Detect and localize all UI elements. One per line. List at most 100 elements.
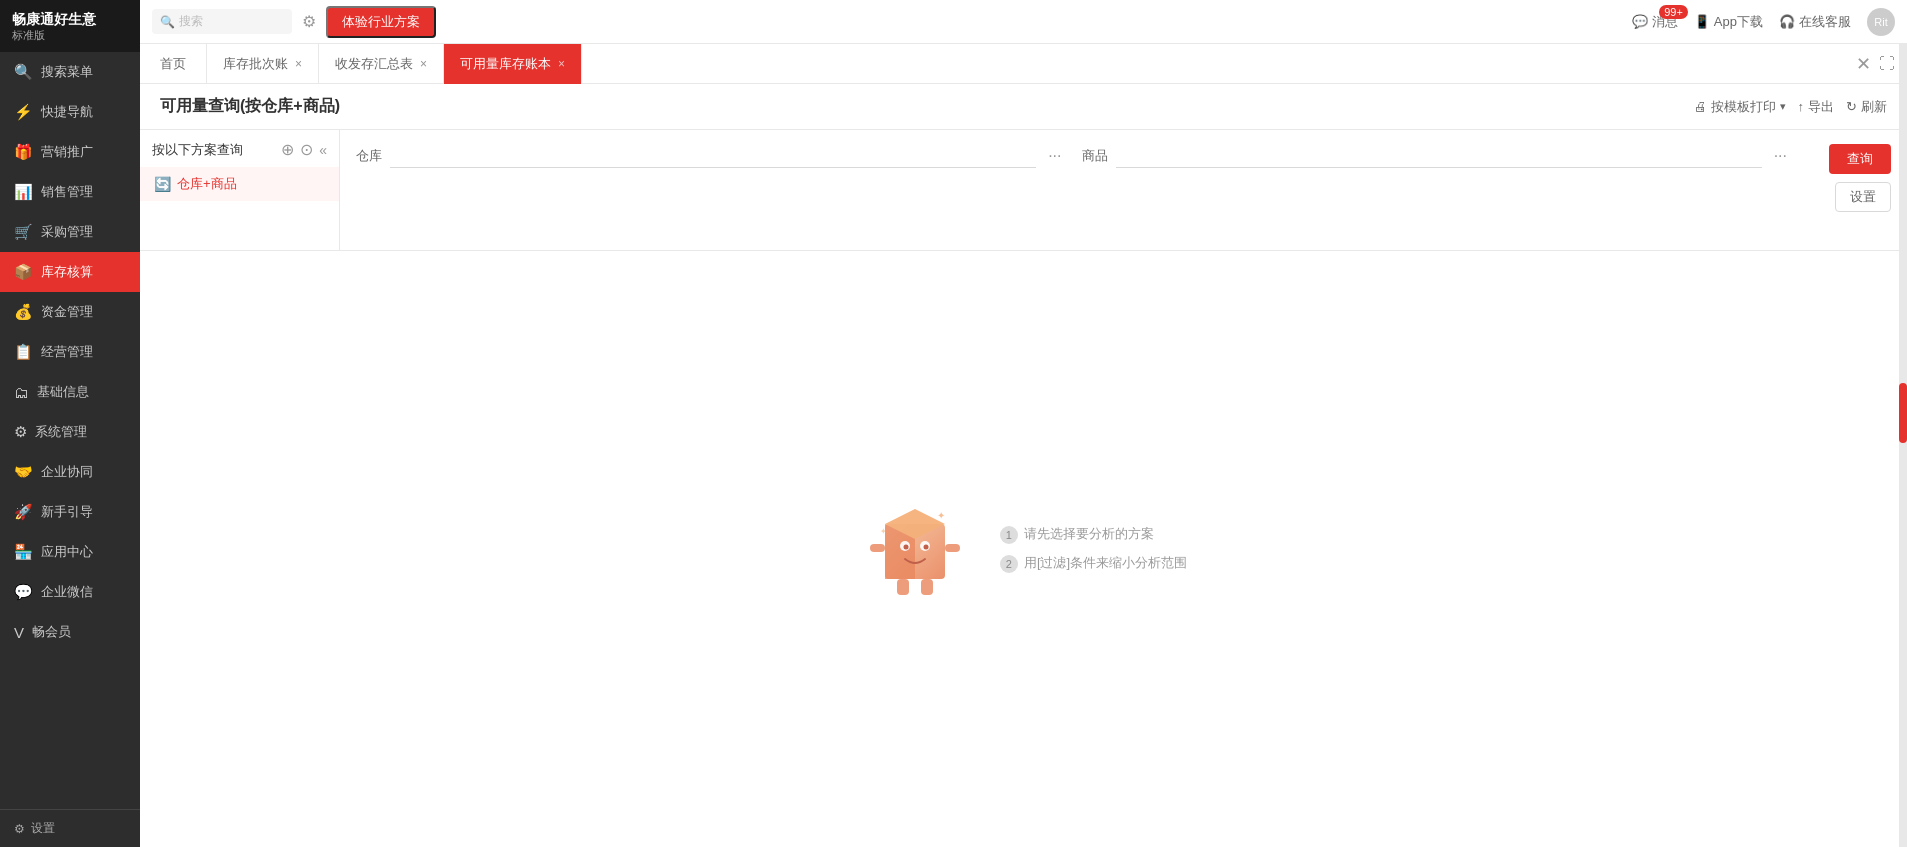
sidebar-item-finance[interactable]: 💰资金管理 bbox=[0, 292, 140, 332]
empty-illustration: ✦ ✦ bbox=[860, 494, 970, 604]
print-button[interactable]: 🖨 按模板打印 ▾ bbox=[1694, 98, 1786, 116]
export-icon: ↑ bbox=[1798, 99, 1805, 114]
filter-input-goods[interactable] bbox=[1116, 144, 1762, 168]
sidebar-label-shortcut: 快捷导航 bbox=[41, 103, 93, 121]
online-service-button[interactable]: 🎧 在线客服 bbox=[1779, 13, 1851, 31]
sidebar-bottom[interactable]: ⚙ 设置 bbox=[0, 809, 140, 847]
scheme-panel-label: 按以下方案查询 bbox=[152, 141, 243, 159]
filter-area: 仓库 ··· 商品 ··· 查询 设置 bbox=[340, 130, 1907, 250]
tab-summary-close[interactable]: × bbox=[420, 57, 427, 71]
add-scheme-icon[interactable]: ⊕ bbox=[281, 140, 294, 159]
sidebar-item-search[interactable]: 🔍搜索菜单 bbox=[0, 52, 140, 92]
trial-button[interactable]: 体验行业方案 bbox=[326, 6, 436, 38]
service-icon: 🎧 bbox=[1779, 14, 1795, 29]
tab-home[interactable]: 首页 bbox=[140, 44, 207, 84]
svg-point-5 bbox=[903, 545, 908, 550]
topbar: 🔍 搜索 ⚙ 体验行业方案 💬 消息 99+ 📱 App下载 🎧 在线客服 Ri… bbox=[140, 0, 1907, 44]
online-service-label: 在线客服 bbox=[1799, 13, 1851, 31]
tab-home-label: 首页 bbox=[160, 55, 186, 73]
scheme-panel: 按以下方案查询 ⊕ ⊙ « 🔄 仓库+商品 bbox=[140, 130, 340, 250]
settings-button[interactable]: 设置 bbox=[1835, 182, 1891, 212]
sidebar-label-newbie: 新手引导 bbox=[41, 503, 93, 521]
sidebar-item-wechat[interactable]: 💬 企业微信 bbox=[0, 572, 140, 612]
sidebar-icon-member: V bbox=[14, 624, 24, 641]
sidebar-label-appstore: 应用中心 bbox=[41, 543, 93, 561]
refresh-icon: ↻ bbox=[1846, 99, 1857, 114]
sidebar-item-inventory[interactable]: 📦库存核算 bbox=[0, 252, 140, 292]
empty-tip-2-text: 用[过滤]条件来缩小分析范围 bbox=[1024, 554, 1187, 572]
sidebar-item-newbie[interactable]: 🚀 新手引导 bbox=[0, 492, 140, 532]
sidebar-icon-sales: 📊 bbox=[14, 183, 33, 201]
tab-summary[interactable]: 收发存汇总表 × bbox=[319, 44, 444, 84]
tab-available[interactable]: 可用量库存账本 × bbox=[444, 44, 582, 84]
export-button[interactable]: ↑ 导出 bbox=[1798, 98, 1835, 116]
sidebar-item-purchase[interactable]: 🛒采购管理 bbox=[0, 212, 140, 252]
sidebar-label-finance: 资金管理 bbox=[41, 303, 93, 321]
svg-rect-9 bbox=[897, 579, 909, 595]
tabbar-close-all-button[interactable]: ✕ bbox=[1856, 53, 1871, 75]
topbar-gear-icon[interactable]: ⚙ bbox=[302, 12, 316, 31]
filter-dots-warehouse[interactable]: ··· bbox=[1044, 147, 1065, 165]
sidebar-icon-operation: 📋 bbox=[14, 343, 33, 361]
sidebar-item-appstore[interactable]: 🏪 应用中心 bbox=[0, 532, 140, 572]
sidebar-icon-appstore: 🏪 bbox=[14, 543, 33, 561]
scheme-item-label: 仓库+商品 bbox=[177, 175, 237, 193]
filter-input-warehouse[interactable] bbox=[390, 144, 1036, 168]
sidebar-icon-basic: 🗂 bbox=[14, 384, 29, 401]
filter-group-goods: 商品 ··· bbox=[1082, 144, 1792, 168]
sidebar-icon-search: 🔍 bbox=[14, 63, 33, 81]
refresh-button[interactable]: ↻ 刷新 bbox=[1846, 98, 1887, 116]
sidebar-item-system[interactable]: ⚙系统管理 bbox=[0, 412, 140, 452]
sidebar-item-basic[interactable]: 🗂 基础信息 bbox=[0, 372, 140, 412]
topbar-search-box[interactable]: 🔍 搜索 bbox=[152, 9, 292, 34]
sidebar-icon-shortcut: ⚡ bbox=[14, 103, 33, 121]
tab-batch-close[interactable]: × bbox=[295, 57, 302, 71]
settings-scheme-icon[interactable]: ⊙ bbox=[300, 140, 313, 159]
empty-tip-1-text: 请先选择要分析的方案 bbox=[1024, 525, 1154, 543]
tab-available-close[interactable]: × bbox=[558, 57, 565, 71]
sidebar-label-system: 系统管理 bbox=[35, 423, 87, 441]
sidebar-label-operation: 经营管理 bbox=[41, 343, 93, 361]
sidebar-item-operation[interactable]: 📋 经营管理 bbox=[0, 332, 140, 372]
sidebar-item-member[interactable]: V 畅会员 bbox=[0, 612, 140, 652]
collapse-scheme-icon[interactable]: « bbox=[319, 142, 327, 158]
sidebar-icon-wechat: 💬 bbox=[14, 583, 33, 601]
sidebar-icon-marketing: 🎁 bbox=[14, 143, 33, 161]
message-icon: 💬 bbox=[1632, 14, 1648, 29]
sidebar: 畅康通好生意 标准版 🔍搜索菜单 ⚡ 快捷导航 🎁营销推广 📊 销售管理 🛒采购管理📦库存核… bbox=[0, 0, 140, 847]
sidebar-label-sales: 销售管理 bbox=[41, 183, 93, 201]
tabbar: 首页 库存批次账 × 收发存汇总表 × 可用量库存账本 × ✕ ⛶ bbox=[140, 44, 1907, 84]
sidebar-item-enterprise[interactable]: 🤝企业协同 bbox=[0, 452, 140, 492]
settings-icon: ⚙ bbox=[14, 822, 25, 836]
print-icon: 🖨 bbox=[1694, 99, 1707, 114]
scheme-item-warehouse-goods[interactable]: 🔄 仓库+商品 bbox=[140, 167, 339, 201]
svg-rect-10 bbox=[921, 579, 933, 595]
tab-batch[interactable]: 库存批次账 × bbox=[207, 44, 319, 84]
refresh-label: 刷新 bbox=[1861, 98, 1887, 116]
sidebar-label-member: 畅会员 bbox=[32, 623, 71, 641]
sidebar-item-marketing[interactable]: 🎁营销推广 bbox=[0, 132, 140, 172]
action-btns: 查询 设置 bbox=[1807, 130, 1907, 250]
message-button[interactable]: 💬 消息 99+ bbox=[1632, 13, 1678, 31]
svg-text:✦: ✦ bbox=[937, 510, 945, 521]
sidebar-logo: 畅康通好生意 标准版 bbox=[0, 0, 140, 52]
user-avatar[interactable]: Rit bbox=[1867, 8, 1895, 36]
svg-rect-7 bbox=[870, 544, 885, 552]
search-icon: 🔍 bbox=[160, 15, 175, 29]
tabbar-expand-button[interactable]: ⛶ bbox=[1879, 55, 1895, 73]
svg-text:✦: ✦ bbox=[880, 527, 887, 536]
filter-group-warehouse: 仓库 ··· bbox=[356, 144, 1066, 168]
query-button[interactable]: 查询 bbox=[1829, 144, 1891, 174]
right-scrollbar[interactable] bbox=[1899, 44, 1907, 847]
empty-num-2: 2 bbox=[1000, 555, 1018, 573]
app-download-button[interactable]: 📱 App下载 bbox=[1694, 13, 1763, 31]
app-icon: 📱 bbox=[1694, 14, 1710, 29]
sidebar-label-basic: 基础信息 bbox=[37, 383, 89, 401]
sidebar-icon-newbie: 🚀 bbox=[14, 503, 33, 521]
sidebar-item-shortcut[interactable]: ⚡ 快捷导航 bbox=[0, 92, 140, 132]
filter-dots-goods[interactable]: ··· bbox=[1770, 147, 1791, 165]
scheme-panel-icons: ⊕ ⊙ « bbox=[281, 140, 327, 159]
print-label: 按模板打印 bbox=[1711, 98, 1776, 116]
sidebar-item-sales[interactable]: 📊 销售管理 bbox=[0, 172, 140, 212]
sidebar-label-wechat: 企业微信 bbox=[41, 583, 93, 601]
